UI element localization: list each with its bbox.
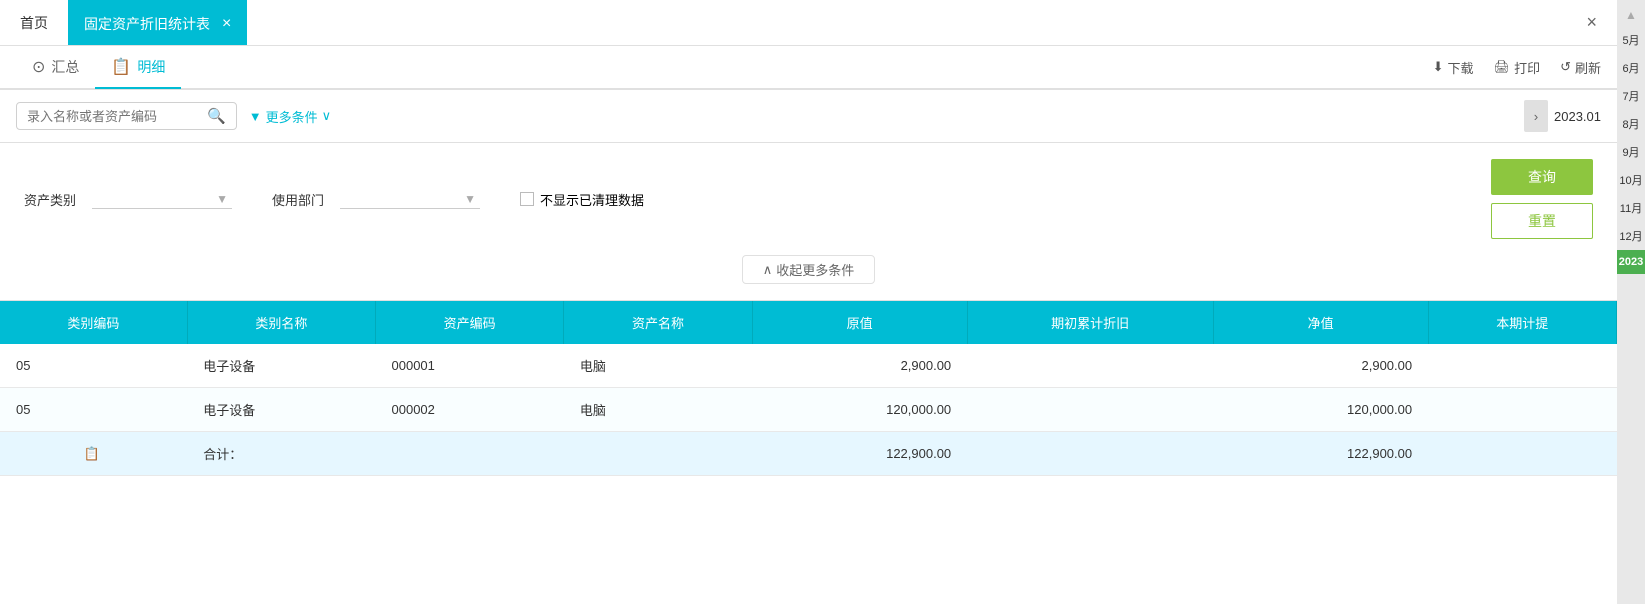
refresh-icon: ↺: [1560, 59, 1571, 75]
data-table: 类别编码 类别名称 资产编码 资产名称 原值 期初累计折旧 净值 本期计提 05…: [0, 301, 1617, 476]
collapse-label: 收起更多条件: [776, 260, 854, 279]
tab-summary-label: 汇总: [51, 57, 79, 77]
cell-net-value: 2,900.00: [1213, 344, 1428, 388]
total-icon-cell: 📋: [0, 432, 187, 476]
detail-icon: 📋: [111, 57, 131, 77]
reset-button[interactable]: 重置: [1491, 203, 1593, 239]
cell-accum-depreciation: [967, 344, 1213, 388]
filter-icon: ▼: [249, 109, 262, 124]
download-button[interactable]: ⬇ 下载: [1433, 58, 1474, 77]
more-conditions-label: 更多条件: [266, 107, 318, 126]
tab-detail-label: 明细: [137, 57, 165, 77]
department-select[interactable]: [340, 189, 480, 208]
exclude-cleared-checkbox[interactable]: [520, 192, 534, 206]
total-row: 📋 合计： 122,900.00 122,900.00: [0, 432, 1617, 476]
date-label: 2023.01: [1554, 109, 1601, 124]
fixed-asset-tab[interactable]: 固定资产折旧统计表 ×: [68, 0, 247, 45]
department-select-wrap: ▼: [340, 189, 480, 209]
total-accum-depreciation: [967, 432, 1213, 476]
col-type-name: 类别名称: [187, 301, 375, 344]
total-asset-name: [564, 432, 752, 476]
department-label: 使用部门: [272, 190, 332, 209]
cell-asset-name: 电脑: [564, 388, 752, 432]
cell-original-value: 120,000.00: [752, 388, 967, 432]
asset-type-filter: 资产类别 ▼: [24, 189, 232, 209]
year-label[interactable]: 2023: [1617, 250, 1645, 274]
print-button[interactable]: 🖨 打印: [1494, 58, 1541, 77]
col-type-code: 类别编码: [0, 301, 187, 344]
more-conditions-toggle[interactable]: ▼ 更多条件 ∨: [249, 107, 331, 126]
table-header-row: 类别编码 类别名称 资产编码 资产名称 原值 期初累计折旧 净值 本期计提: [0, 301, 1617, 344]
search-input-wrap: 🔍: [16, 102, 237, 130]
tab-label: 固定资产折旧统计表: [84, 14, 210, 34]
search-input[interactable]: [27, 109, 207, 124]
total-net-value: 122,900.00: [1213, 432, 1428, 476]
exclude-cleared-label: 不显示已清理数据: [540, 190, 644, 209]
col-original-value: 原值: [752, 301, 967, 344]
col-current-depreciation: 本期计提: [1428, 301, 1616, 344]
cell-asset-code: 000002: [376, 388, 564, 432]
month-sidebar: ▲ 5月6月7月8月9月10月11月12月 2023: [1617, 0, 1645, 604]
cell-current-depreciation: [1428, 344, 1616, 388]
refresh-button[interactable]: ↺ 刷新: [1560, 58, 1601, 77]
tab-close-icon[interactable]: ×: [222, 15, 231, 33]
cell-current-depreciation: [1428, 388, 1616, 432]
chevron-down-icon: ∨: [322, 108, 332, 124]
col-asset-name: 资产名称: [564, 301, 752, 344]
cell-type-name: 电子设备: [187, 388, 375, 432]
cell-original-value: 2,900.00: [752, 344, 967, 388]
total-current-depreciation: [1428, 432, 1616, 476]
month-item[interactable]: 5月: [1619, 26, 1642, 54]
data-table-wrap: 类别编码 类别名称 资产编码 资产名称 原值 期初累计折旧 净值 本期计提 05…: [0, 301, 1617, 604]
total-label: 合计：: [187, 432, 564, 476]
col-asset-code: 资产编码: [376, 301, 564, 344]
col-accum-depreciation: 期初累计折旧: [967, 301, 1213, 344]
month-item[interactable]: 8月: [1619, 110, 1642, 138]
month-item[interactable]: 7月: [1619, 82, 1642, 110]
print-label: 打印: [1514, 58, 1540, 77]
cell-asset-name: 电脑: [564, 344, 752, 388]
download-label: 下载: [1448, 58, 1474, 77]
asset-type-label: 资产类别: [24, 190, 84, 209]
month-item[interactable]: 11月: [1619, 194, 1642, 222]
summary-icon: ⊙: [32, 57, 45, 77]
month-item[interactable]: 9月: [1619, 138, 1642, 166]
cell-asset-code: 000001: [376, 344, 564, 388]
cell-net-value: 120,000.00: [1213, 388, 1428, 432]
cell-type-code: 05: [0, 344, 187, 388]
refresh-label: 刷新: [1575, 58, 1601, 77]
expand-date-panel-button[interactable]: ›: [1524, 100, 1548, 132]
collapse-toggle[interactable]: ∧ 收起更多条件: [742, 255, 876, 284]
print-icon: 🖨: [1494, 59, 1511, 75]
tab-summary[interactable]: ⊙ 汇总: [16, 47, 95, 89]
home-tab[interactable]: 首页: [0, 13, 68, 33]
table-row: 05 电子设备 000002 电脑 120,000.00 120,000.00: [0, 388, 1617, 432]
month-item[interactable]: 10月: [1619, 166, 1642, 194]
col-net-value: 净值: [1213, 301, 1428, 344]
cell-accum-depreciation: [967, 388, 1213, 432]
month-item[interactable]: 12月: [1619, 222, 1642, 250]
collapse-up-icon: ∧: [763, 262, 773, 278]
window-close-button[interactable]: ×: [1566, 12, 1617, 33]
download-icon: ⬇: [1433, 59, 1444, 75]
search-icon[interactable]: 🔍: [207, 107, 226, 125]
total-original-value: 122,900.00: [752, 432, 967, 476]
scroll-up-icon[interactable]: ▲: [1625, 4, 1637, 26]
query-button[interactable]: 查询: [1491, 159, 1593, 195]
cell-type-name: 电子设备: [187, 344, 375, 388]
asset-type-select[interactable]: [92, 189, 232, 208]
cell-type-code: 05: [0, 388, 187, 432]
exclude-cleared-checkbox-item[interactable]: 不显示已清理数据: [520, 190, 644, 209]
tab-detail[interactable]: 📋 明细: [95, 47, 181, 89]
month-item[interactable]: 6月: [1619, 54, 1642, 82]
table-row: 05 电子设备 000001 电脑 2,900.00 2,900.00: [0, 344, 1617, 388]
department-filter: 使用部门 ▼: [272, 189, 480, 209]
asset-type-select-wrap: ▼: [92, 189, 232, 209]
